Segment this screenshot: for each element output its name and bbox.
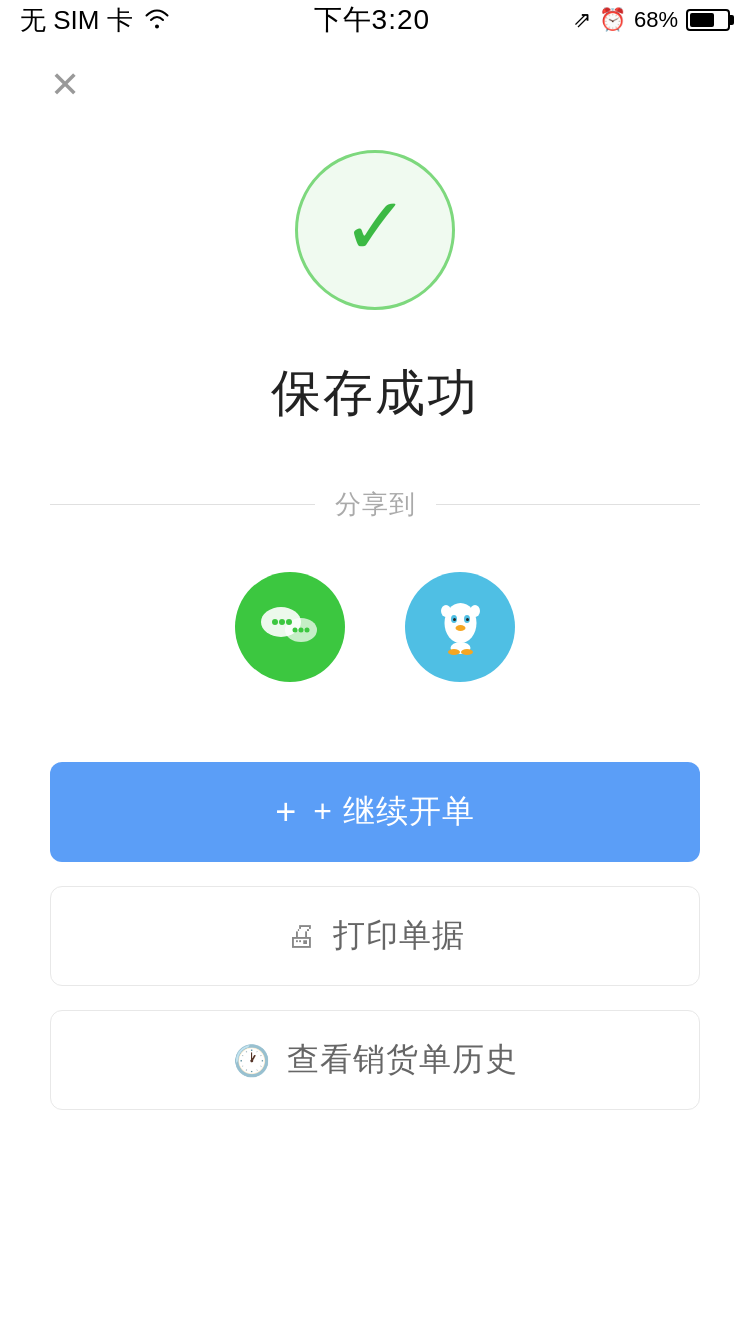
checkmark-icon: ✓ bbox=[342, 187, 409, 267]
continue-label: + 继续开单 bbox=[313, 790, 475, 834]
svg-point-7 bbox=[305, 628, 310, 633]
svg-point-18 bbox=[461, 649, 473, 655]
divider-line-right bbox=[436, 504, 701, 505]
plus-icon: + bbox=[275, 791, 297, 833]
print-button[interactable]: 🖨 打印单据 bbox=[50, 886, 700, 986]
svg-point-4 bbox=[286, 619, 292, 625]
svg-point-2 bbox=[272, 619, 278, 625]
history-icon: 🕐 bbox=[233, 1043, 271, 1078]
svg-point-5 bbox=[293, 628, 298, 633]
svg-point-10 bbox=[441, 605, 451, 617]
battery-percentage: 68% bbox=[634, 7, 678, 33]
history-button[interactable]: 🕐 查看销货单历史 bbox=[50, 1010, 700, 1110]
action-buttons: + + 继续开单 🖨 打印单据 🕐 查看销货单历史 bbox=[50, 762, 700, 1110]
carrier-label: 无 SIM 卡 bbox=[20, 3, 133, 38]
svg-point-11 bbox=[470, 605, 480, 617]
continue-button[interactable]: + + 继续开单 bbox=[50, 762, 700, 862]
qq-share-button[interactable] bbox=[405, 572, 515, 682]
svg-point-14 bbox=[453, 618, 456, 621]
status-left: 无 SIM 卡 bbox=[20, 3, 171, 38]
share-row bbox=[235, 572, 515, 682]
success-circle: ✓ bbox=[295, 150, 455, 310]
svg-point-16 bbox=[455, 625, 465, 631]
location-icon: ⇗ bbox=[573, 7, 591, 33]
svg-point-6 bbox=[299, 628, 304, 633]
main-content: ✓ 保存成功 分享到 bbox=[0, 110, 750, 1334]
print-label: 打印单据 bbox=[333, 914, 465, 958]
print-icon: 🖨 bbox=[286, 919, 317, 953]
alarm-icon: ⏰ bbox=[599, 7, 626, 33]
svg-point-3 bbox=[279, 619, 285, 625]
share-label: 分享到 bbox=[335, 487, 416, 522]
svg-point-15 bbox=[466, 618, 469, 621]
wechat-icon bbox=[255, 592, 325, 662]
top-nav: ✕ bbox=[0, 40, 750, 110]
success-title: 保存成功 bbox=[271, 360, 479, 427]
close-icon: ✕ bbox=[50, 67, 80, 103]
divider-line-left bbox=[50, 504, 315, 505]
status-time: 下午3:20 bbox=[314, 1, 431, 39]
status-bar: 无 SIM 卡 下午3:20 ⇗ ⏰ 68% bbox=[0, 0, 750, 40]
svg-point-17 bbox=[448, 649, 460, 655]
status-right: ⇗ ⏰ 68% bbox=[573, 7, 730, 33]
wifi-icon bbox=[143, 5, 171, 36]
qq-icon bbox=[428, 595, 493, 660]
share-divider: 分享到 bbox=[50, 487, 700, 522]
wechat-share-button[interactable] bbox=[235, 572, 345, 682]
close-button[interactable]: ✕ bbox=[40, 60, 90, 110]
history-label: 查看销货单历史 bbox=[287, 1038, 518, 1082]
battery-icon bbox=[686, 9, 730, 31]
